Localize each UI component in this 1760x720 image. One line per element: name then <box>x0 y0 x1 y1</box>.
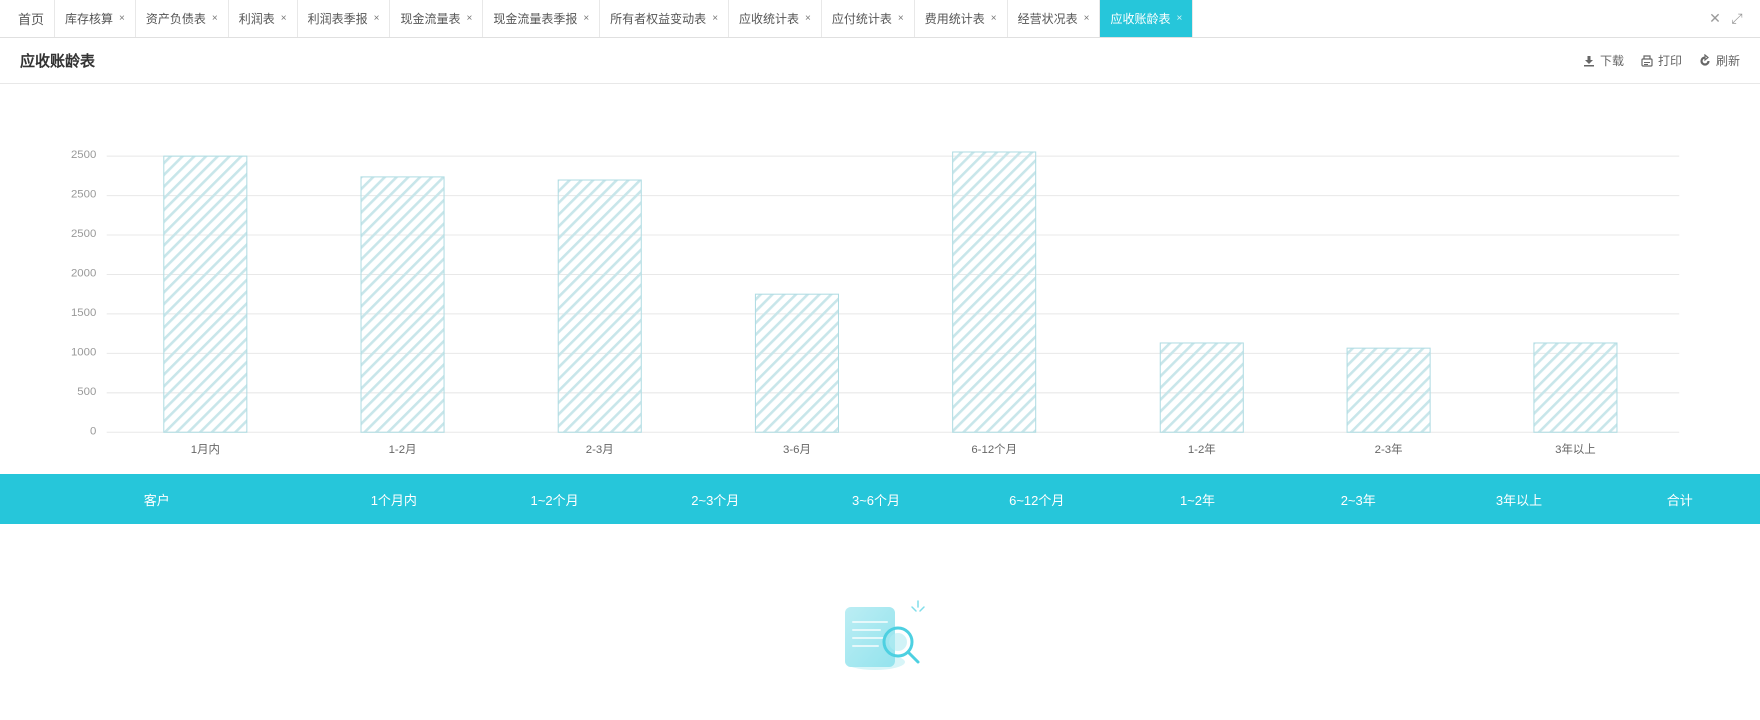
print-icon <box>1640 54 1654 68</box>
close-icon[interactable]: × <box>1176 13 1182 24</box>
tab-balance[interactable]: 资产负债表 × <box>136 0 229 38</box>
download-button[interactable]: 下载 <box>1582 52 1624 69</box>
svg-text:1-2月: 1-2月 <box>389 444 417 456</box>
bar-1-2年 <box>1160 343 1243 432</box>
th-6-12month: 6~12个月 <box>956 490 1117 509</box>
th-3-6month: 3~6个月 <box>796 490 957 509</box>
download-icon <box>1582 54 1596 68</box>
bar-3年以上 <box>1534 343 1617 432</box>
tab-cashflow-quarterly[interactable]: 现金流量表季报 × <box>483 0 600 38</box>
th-1-2month: 1~2个月 <box>474 490 635 509</box>
close-icon[interactable]: × <box>991 13 997 24</box>
tab-profit[interactable]: 利润表 × <box>229 0 298 38</box>
close-icon[interactable]: × <box>583 13 589 24</box>
svg-text:3-6月: 3-6月 <box>783 444 811 456</box>
svg-text:2500: 2500 <box>71 189 96 201</box>
bar-1-2月 <box>361 177 444 432</box>
svg-text:3年以上: 3年以上 <box>1555 442 1596 456</box>
tab-operations[interactable]: 经营状况表 × <box>1008 0 1101 38</box>
svg-text:500: 500 <box>77 386 96 398</box>
svg-text:2500: 2500 <box>71 228 96 240</box>
th-total: 合计 <box>1599 490 1760 509</box>
th-1-2year: 1~2年 <box>1117 490 1278 509</box>
svg-text:0: 0 <box>90 425 96 437</box>
th-customer: 客户 <box>0 490 313 509</box>
close-icon[interactable]: × <box>281 13 287 24</box>
refresh-button[interactable]: 刷新 <box>1698 52 1740 69</box>
tab-cashflow[interactable]: 现金流量表 × <box>390 0 483 38</box>
svg-text:2-3年: 2-3年 <box>1375 442 1403 456</box>
svg-text:1000: 1000 <box>71 346 96 358</box>
th-2-3month: 2~3个月 <box>635 490 796 509</box>
th-2-3year: 2~3年 <box>1278 490 1439 509</box>
bar-2-3年 <box>1347 348 1430 432</box>
tab-receivable-stats[interactable]: 应收统计表 × <box>729 0 822 38</box>
empty-icon <box>820 587 940 677</box>
svg-text:1-2年: 1-2年 <box>1188 442 1216 456</box>
close-icon[interactable]: × <box>1084 13 1090 24</box>
main-content: 0 500 1000 1500 2000 2500 2500 2500 <box>0 84 1760 720</box>
bar-2-3月 <box>558 180 641 432</box>
chart-area: 0 500 1000 1500 2000 2500 2500 2500 <box>0 84 1760 474</box>
tab-expense-stats[interactable]: 费用统计表 × <box>915 0 1008 38</box>
svg-text:6-12个月: 6-12个月 <box>971 443 1017 456</box>
close-icon[interactable]: × <box>466 13 472 24</box>
refresh-icon <box>1698 54 1712 68</box>
tab-equity[interactable]: 所有者权益变动表 × <box>600 0 729 38</box>
tab-bar: 首页 库存核算 × 资产负债表 × 利润表 × 利润表季报 × 现金流量表 × … <box>0 0 1760 38</box>
bar-6-12月 <box>953 152 1036 432</box>
print-button[interactable]: 打印 <box>1640 52 1682 69</box>
window-controls: ✕ ⤢ <box>1700 12 1752 26</box>
close-icon[interactable]: × <box>119 13 125 24</box>
bar-3-6月 <box>755 294 838 432</box>
maximize-window-button[interactable]: ⤢ <box>1730 12 1744 26</box>
svg-text:2000: 2000 <box>71 268 96 280</box>
svg-text:1月内: 1月内 <box>191 442 220 456</box>
table-header: 客户 1个月内 1~2个月 2~3个月 3~6个月 6~12个月 1~2年 2~… <box>0 474 1760 524</box>
header-actions: 下载 打印 刷新 <box>1582 52 1740 69</box>
empty-state <box>0 524 1760 720</box>
tab-payable-stats[interactable]: 应付统计表 × <box>822 0 915 38</box>
svg-text:1500: 1500 <box>71 307 96 319</box>
th-1month: 1个月内 <box>313 490 474 509</box>
close-icon[interactable]: × <box>898 13 904 24</box>
tab-profit-quarterly[interactable]: 利润表季报 × <box>298 0 391 38</box>
page-title: 应收账龄表 <box>20 50 95 71</box>
close-icon[interactable]: × <box>805 13 811 24</box>
svg-text:2-3月: 2-3月 <box>586 444 614 456</box>
page-header: 应收账龄表 下载 打印 刷新 <box>0 38 1760 84</box>
svg-text:2500: 2500 <box>71 149 96 161</box>
close-icon[interactable]: × <box>374 13 380 24</box>
close-icon[interactable]: × <box>212 13 218 24</box>
tab-inventory[interactable]: 库存核算 × <box>55 0 136 38</box>
tab-receivable-aging[interactable]: 应收账龄表 × <box>1100 0 1193 38</box>
bar-chart: 0 500 1000 1500 2000 2500 2500 2500 <box>60 104 1700 474</box>
close-window-button[interactable]: ✕ <box>1708 12 1722 26</box>
bar-1月内 <box>164 156 247 432</box>
tab-home[interactable]: 首页 <box>8 0 55 38</box>
close-icon[interactable]: × <box>712 13 718 24</box>
th-3year-plus: 3年以上 <box>1439 490 1600 509</box>
